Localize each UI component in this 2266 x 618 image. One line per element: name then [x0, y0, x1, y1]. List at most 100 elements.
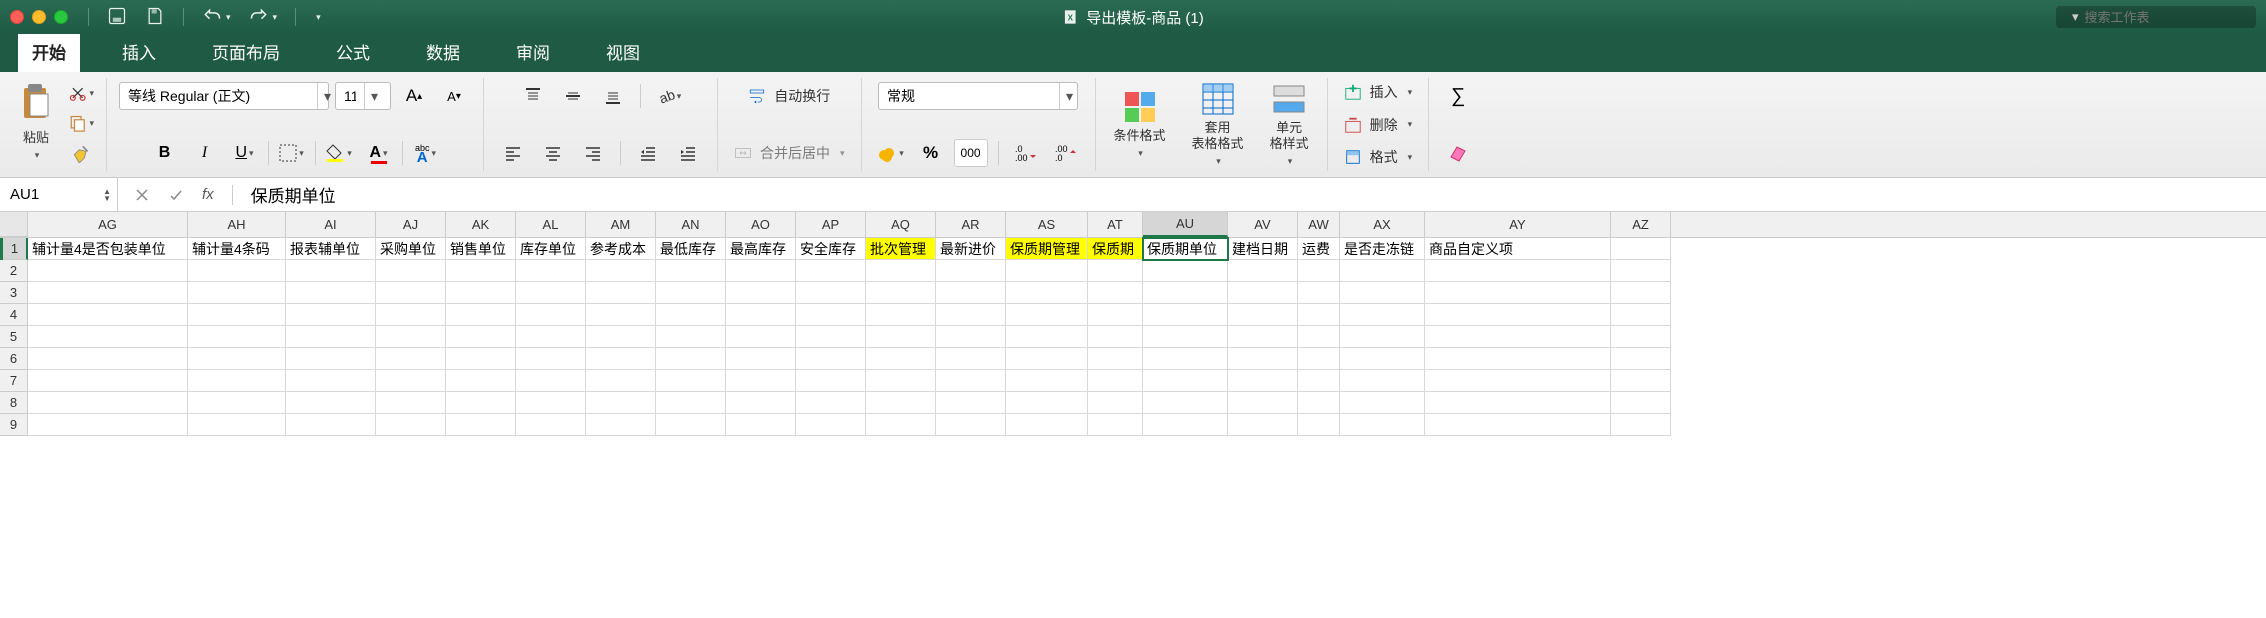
cell-AL2[interactable] — [516, 260, 586, 282]
cell-AT5[interactable] — [1088, 326, 1143, 348]
cell-AM9[interactable] — [586, 414, 656, 436]
cell-AN5[interactable] — [656, 326, 726, 348]
align-bottom-button[interactable] — [596, 82, 630, 110]
column-header-AS[interactable]: AS — [1006, 212, 1088, 237]
column-header-AP[interactable]: AP — [796, 212, 866, 237]
redo-icon[interactable]: ▾ — [249, 7, 278, 27]
spreadsheet-grid[interactable]: AGAHAIAJAKALAMANAOAPAQARASATAUAVAWAXAYAZ… — [0, 212, 2266, 436]
cell-AJ6[interactable] — [376, 348, 446, 370]
cell-AU9[interactable] — [1143, 414, 1228, 436]
cell-AI8[interactable] — [286, 392, 376, 414]
row-header-5[interactable]: 5 — [0, 326, 28, 348]
cell-AV3[interactable] — [1228, 282, 1298, 304]
cell-AO5[interactable] — [726, 326, 796, 348]
minimize-window-button[interactable] — [32, 10, 46, 24]
cell-AV1[interactable]: 建档日期 — [1228, 238, 1298, 260]
cell-AH6[interactable] — [188, 348, 286, 370]
cell-AR7[interactable] — [936, 370, 1006, 392]
cell-AL4[interactable] — [516, 304, 586, 326]
cell-AN7[interactable] — [656, 370, 726, 392]
cell-AU1[interactable]: 保质期单位 — [1143, 238, 1228, 260]
cell-AS4[interactable] — [1006, 304, 1088, 326]
cell-AR4[interactable] — [936, 304, 1006, 326]
increase-indent-button[interactable] — [671, 139, 705, 167]
delete-cells-button[interactable]: 删除▾ — [1340, 113, 1417, 137]
cell-AH1[interactable]: 辅计量4条码 — [188, 238, 286, 260]
cell-AO7[interactable] — [726, 370, 796, 392]
cell-AS8[interactable] — [1006, 392, 1088, 414]
cell-AT9[interactable] — [1088, 414, 1143, 436]
row-header-2[interactable]: 2 — [0, 260, 28, 282]
cell-AM4[interactable] — [586, 304, 656, 326]
cell-AQ5[interactable] — [866, 326, 936, 348]
cell-AX3[interactable] — [1340, 282, 1425, 304]
cell-AG7[interactable] — [28, 370, 188, 392]
cell-AL9[interactable] — [516, 414, 586, 436]
cell-AY6[interactable] — [1425, 348, 1611, 370]
cell-AQ1[interactable]: 批次管理 — [866, 238, 936, 260]
cell-AZ1[interactable] — [1611, 238, 1671, 260]
column-header-AQ[interactable]: AQ — [866, 212, 936, 237]
cell-AT8[interactable] — [1088, 392, 1143, 414]
cell-AK6[interactable] — [446, 348, 516, 370]
cell-AY8[interactable] — [1425, 392, 1611, 414]
cell-reference-input[interactable] — [10, 186, 80, 203]
cell-AR9[interactable] — [936, 414, 1006, 436]
cell-AU5[interactable] — [1143, 326, 1228, 348]
tab-formulas[interactable]: 公式 — [322, 31, 384, 72]
cell-AJ9[interactable] — [376, 414, 446, 436]
row-header-7[interactable]: 7 — [0, 370, 28, 392]
column-header-AH[interactable]: AH — [188, 212, 286, 237]
cell-AS1[interactable]: 保质期管理 — [1006, 238, 1088, 260]
column-header-AX[interactable]: AX — [1340, 212, 1425, 237]
cell-AL6[interactable] — [516, 348, 586, 370]
cell-AT3[interactable] — [1088, 282, 1143, 304]
qat-customize-icon[interactable]: ▾ — [316, 12, 321, 23]
cell-AO3[interactable] — [726, 282, 796, 304]
cell-AZ6[interactable] — [1611, 348, 1671, 370]
cell-AJ1[interactable]: 采购单位 — [376, 238, 446, 260]
cell-AH7[interactable] — [188, 370, 286, 392]
cell-AI7[interactable] — [286, 370, 376, 392]
column-header-AO[interactable]: AO — [726, 212, 796, 237]
cell-AG1[interactable]: 辅计量4是否包装单位 — [28, 238, 188, 260]
search-input[interactable] — [2085, 10, 2261, 25]
increase-font-button[interactable]: A▴ — [397, 82, 431, 110]
cell-AJ7[interactable] — [376, 370, 446, 392]
row-header-1[interactable]: 1 — [3, 238, 28, 260]
cell-AM1[interactable]: 参考成本 — [586, 238, 656, 260]
cell-AO6[interactable] — [726, 348, 796, 370]
copy-button[interactable]: ▾ — [68, 110, 94, 136]
column-header-AY[interactable]: AY — [1425, 212, 1611, 237]
cell-AH8[interactable] — [188, 392, 286, 414]
cell-AR3[interactable] — [936, 282, 1006, 304]
cell-AR1[interactable]: 最新进价 — [936, 238, 1006, 260]
border-button[interactable]: ▾ — [275, 139, 309, 167]
format-cells-button[interactable]: 格式▾ — [1340, 145, 1417, 169]
tab-review[interactable]: 审阅 — [502, 31, 564, 72]
column-header-AL[interactable]: AL — [516, 212, 586, 237]
cell-AN8[interactable] — [656, 392, 726, 414]
cell-AQ8[interactable] — [866, 392, 936, 414]
cell-AM5[interactable] — [586, 326, 656, 348]
cell-AK9[interactable] — [446, 414, 516, 436]
cell-AO1[interactable]: 最高库存 — [726, 238, 796, 260]
cell-AO4[interactable] — [726, 304, 796, 326]
cell-AV2[interactable] — [1228, 260, 1298, 282]
cell-AQ2[interactable] — [866, 260, 936, 282]
tab-home[interactable]: 开始 — [18, 31, 80, 72]
cell-AV9[interactable] — [1228, 414, 1298, 436]
cell-AU2[interactable] — [1143, 260, 1228, 282]
cell-AT2[interactable] — [1088, 260, 1143, 282]
select-all-corner[interactable] — [0, 212, 28, 237]
column-header-AZ[interactable]: AZ — [1611, 212, 1671, 237]
cell-AG4[interactable] — [28, 304, 188, 326]
cell-AN4[interactable] — [656, 304, 726, 326]
column-header-AI[interactable]: AI — [286, 212, 376, 237]
cell-AO9[interactable] — [726, 414, 796, 436]
currency-button[interactable]: ▾ — [874, 139, 908, 167]
cell-AS6[interactable] — [1006, 348, 1088, 370]
cell-AZ3[interactable] — [1611, 282, 1671, 304]
bold-button[interactable]: B — [148, 139, 182, 167]
cell-AR5[interactable] — [936, 326, 1006, 348]
